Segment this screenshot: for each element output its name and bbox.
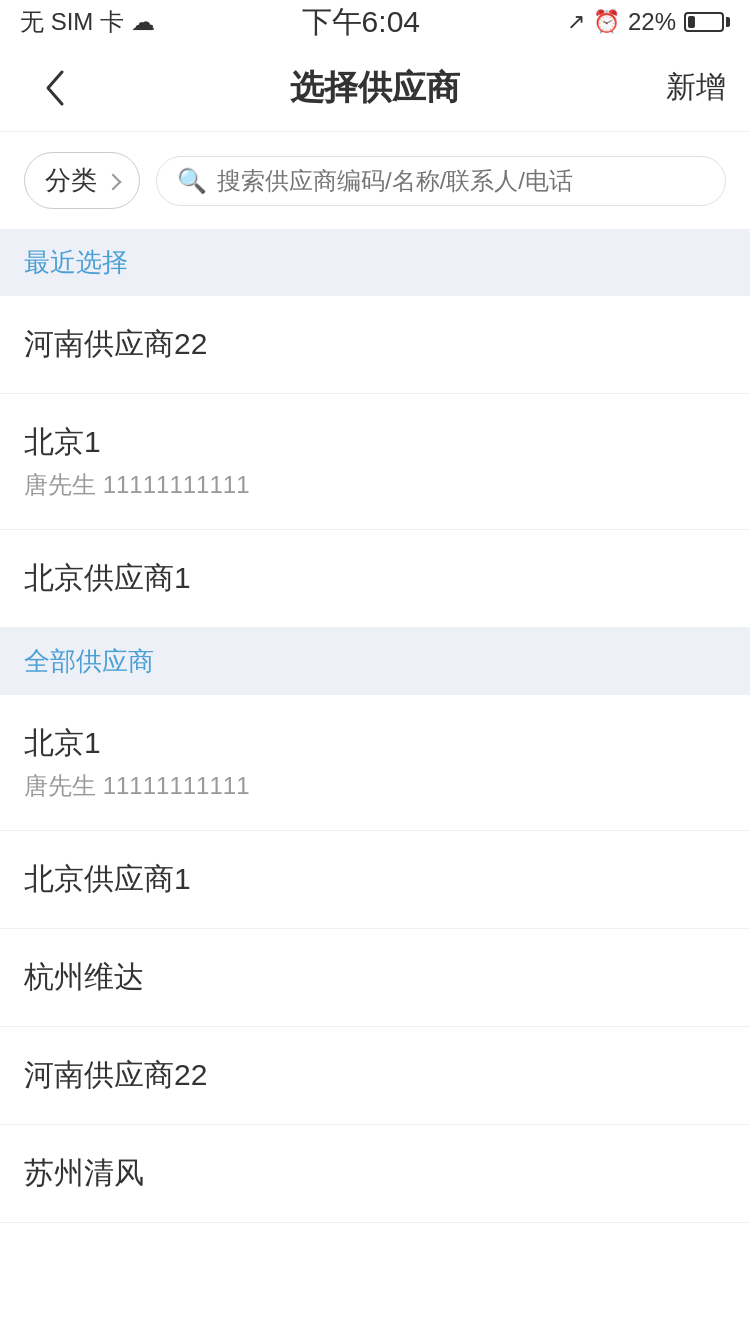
item-name: 河南供应商22 bbox=[24, 324, 726, 365]
chevron-icon bbox=[105, 173, 122, 190]
back-button[interactable] bbox=[24, 58, 84, 118]
list-item[interactable]: 河南供应商22 bbox=[0, 296, 750, 394]
page-title: 选择供应商 bbox=[290, 65, 460, 111]
item-name: 北京1 bbox=[24, 723, 726, 764]
list-item[interactable]: 苏州清风 bbox=[0, 1125, 750, 1223]
recent-section-header: 最近选择 bbox=[0, 229, 750, 296]
list-item[interactable]: 北京供应商1 bbox=[0, 831, 750, 929]
all-section-header: 全部供应商 bbox=[0, 628, 750, 695]
status-left: 无 SIM 卡 ☁ bbox=[20, 6, 155, 38]
status-right: ↗ ⏰ 22% bbox=[567, 8, 730, 36]
item-name: 北京供应商1 bbox=[24, 558, 726, 599]
category-label: 分类 bbox=[45, 163, 97, 198]
item-name: 杭州维达 bbox=[24, 957, 726, 998]
sim-status: 无 SIM 卡 ☁ bbox=[20, 6, 155, 38]
category-button[interactable]: 分类 bbox=[24, 152, 140, 209]
list-item[interactable]: 北京供应商1 bbox=[0, 530, 750, 628]
search-icon: 🔍 bbox=[177, 167, 207, 195]
alarm-icon: ⏰ bbox=[593, 9, 620, 35]
search-input[interactable] bbox=[217, 167, 705, 195]
battery-percent: 22% bbox=[628, 8, 676, 36]
item-sub: 唐先生 11111111111 bbox=[24, 469, 726, 501]
list-item[interactable]: 河南供应商22 bbox=[0, 1027, 750, 1125]
battery-icon bbox=[684, 12, 730, 32]
item-name: 北京1 bbox=[24, 422, 726, 463]
item-name: 苏州清风 bbox=[24, 1153, 726, 1194]
recent-section-label: 最近选择 bbox=[24, 247, 128, 277]
location-icon: ↗ bbox=[567, 9, 585, 35]
status-time: 下午6:04 bbox=[302, 2, 420, 43]
item-name: 河南供应商22 bbox=[24, 1055, 726, 1096]
new-button[interactable]: 新增 bbox=[666, 67, 726, 108]
list-item[interactable]: 北京1 唐先生 11111111111 bbox=[0, 394, 750, 530]
recent-list: 河南供应商22 北京1 唐先生 11111111111 北京供应商1 bbox=[0, 296, 750, 628]
all-section-label: 全部供应商 bbox=[24, 646, 154, 676]
status-bar: 无 SIM 卡 ☁ 下午6:04 ↗ ⏰ 22% bbox=[0, 0, 750, 44]
nav-bar: 选择供应商 新增 bbox=[0, 44, 750, 132]
filter-bar: 分类 🔍 bbox=[0, 132, 750, 229]
all-list: 北京1 唐先生 11111111111 北京供应商1 杭州维达河南供应商22 苏州清风 bbox=[0, 695, 750, 1223]
list-item[interactable]: 北京1 唐先生 11111111111 bbox=[0, 695, 750, 831]
list-item[interactable]: 杭州维达 bbox=[0, 929, 750, 1027]
item-name: 北京供应商1 bbox=[24, 859, 726, 900]
search-box[interactable]: 🔍 bbox=[156, 156, 726, 206]
item-sub: 唐先生 11111111111 bbox=[24, 770, 726, 802]
